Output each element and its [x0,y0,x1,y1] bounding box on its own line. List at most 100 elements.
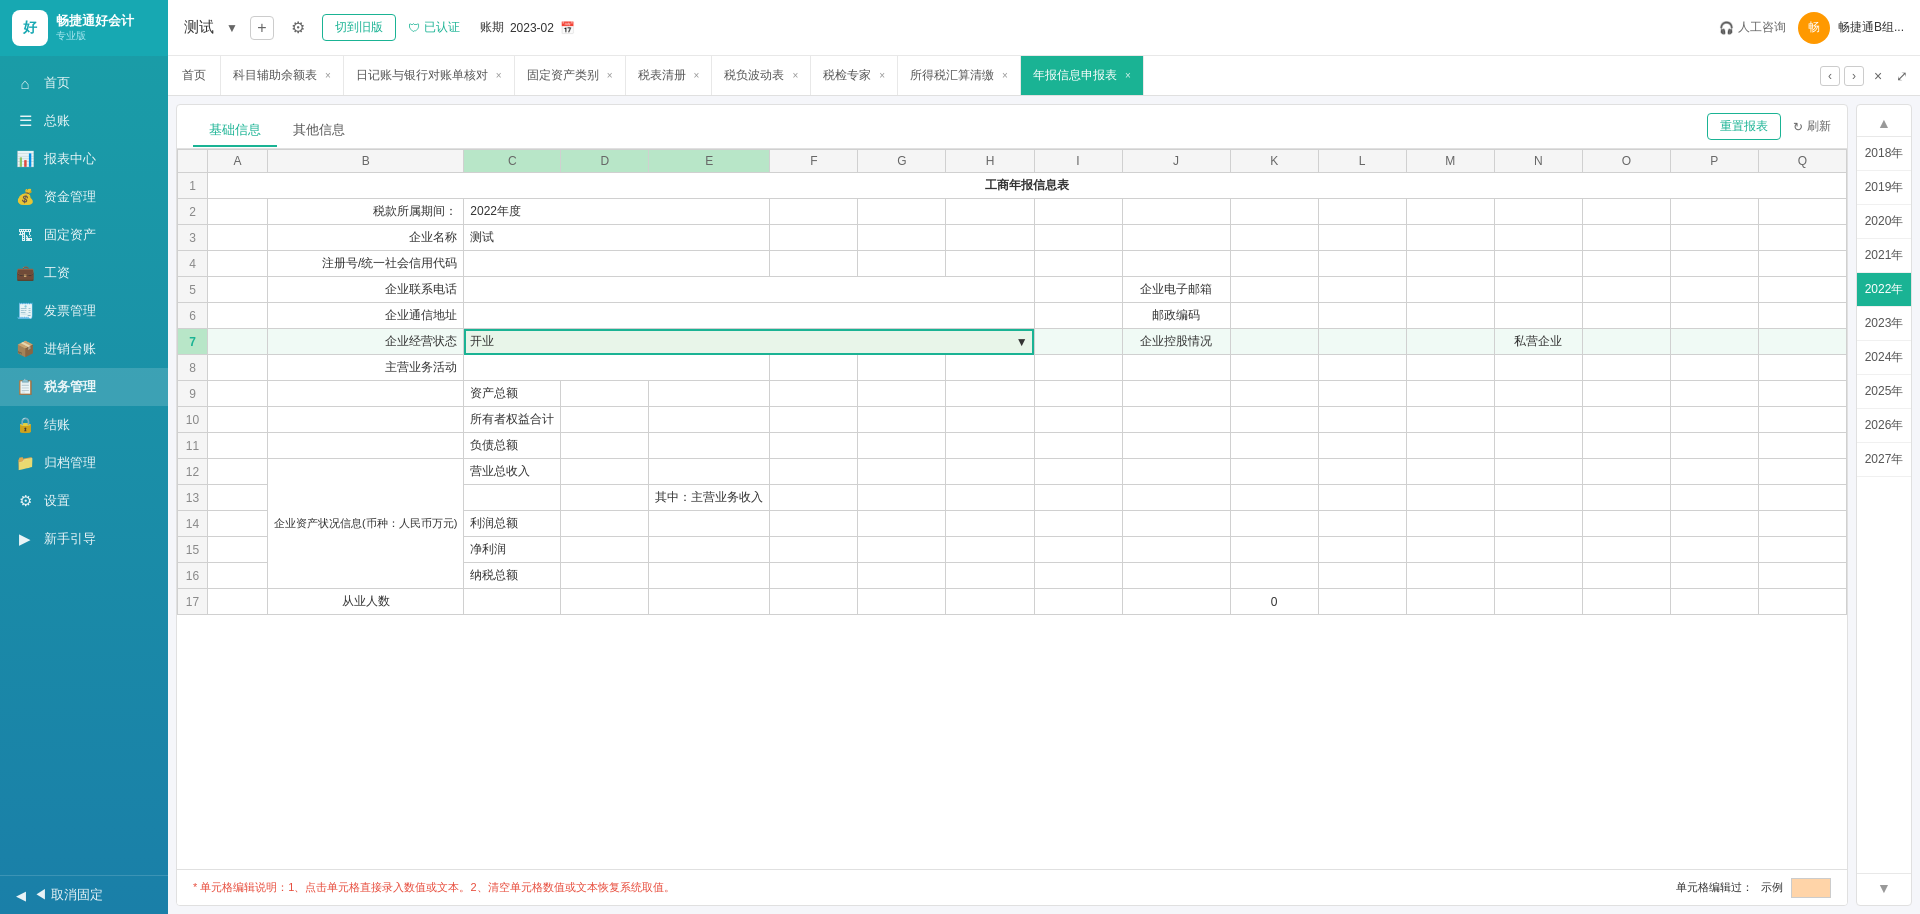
cell-14f[interactable] [770,511,858,537]
cell-6m[interactable] [1406,303,1494,329]
cell-15n[interactable] [1494,537,1582,563]
cell-9p[interactable] [1670,381,1758,407]
cell-10f[interactable] [770,407,858,433]
cell-5j[interactable]: 企业电子邮箱 [1122,277,1230,303]
tab-taxcheck-close[interactable]: × [879,70,885,81]
cell-11g[interactable] [858,433,946,459]
cell-12q[interactable] [1758,459,1846,485]
cell-8f[interactable] [770,355,858,381]
cell-11h[interactable] [946,433,1034,459]
cell-5o[interactable] [1582,277,1670,303]
cell-2b[interactable]: 税款所属期间： [268,199,464,225]
cell-5i[interactable] [1034,277,1122,303]
cell-4n[interactable] [1494,251,1582,277]
cell-9q[interactable] [1758,381,1846,407]
cell-6k[interactable] [1230,303,1318,329]
cell-13a[interactable] [208,485,268,511]
col-header-p[interactable]: P [1670,150,1758,173]
cell-14l[interactable] [1318,511,1406,537]
cell-16m[interactable] [1406,563,1494,589]
cell-17j[interactable] [1122,589,1230,615]
col-header-q[interactable]: Q [1758,150,1846,173]
cell-7p[interactable] [1670,329,1758,355]
col-header-i[interactable]: I [1034,150,1122,173]
cell-10l[interactable] [1318,407,1406,433]
cell-7l[interactable] [1318,329,1406,355]
year-item-2022[interactable]: 2022年 [1857,273,1911,307]
cell-11j[interactable] [1122,433,1230,459]
cell-14c[interactable]: 利润总额 [464,511,561,537]
year-item-2025[interactable]: 2025年 [1857,375,1911,409]
cell-3h[interactable] [946,225,1034,251]
cell-3b[interactable]: 企业名称 [268,225,464,251]
col-header-j[interactable]: J [1122,150,1230,173]
cell-11l[interactable] [1318,433,1406,459]
col-header-c[interactable]: C [464,150,561,173]
cell-7a[interactable] [208,329,268,355]
cell-2c[interactable]: 2022年度 [464,199,770,225]
tab-journal[interactable]: 日记账与银行对账单核对 × [344,56,515,95]
cell-17k[interactable]: 0 [1230,589,1318,615]
cell-14e[interactable] [649,511,770,537]
cell-11d[interactable] [561,433,649,459]
reset-button[interactable]: 重置报表 [1707,113,1781,140]
cell-16h[interactable] [946,563,1034,589]
col-header-l[interactable]: L [1318,150,1406,173]
cell-12a[interactable] [208,459,268,485]
cell-14g[interactable] [858,511,946,537]
col-header-h[interactable]: H [946,150,1034,173]
cell-2h[interactable] [946,199,1034,225]
cell-8m[interactable] [1406,355,1494,381]
cell-11q[interactable] [1758,433,1846,459]
sidebar-item-fund[interactable]: 💰 资金管理 [0,178,168,216]
cell-11c[interactable]: 负债总额 [464,433,561,459]
cell-13l[interactable] [1318,485,1406,511]
cell-3l[interactable] [1318,225,1406,251]
cell-8p[interactable] [1670,355,1758,381]
cell-16c[interactable]: 纳税总额 [464,563,561,589]
cell-12b-merged[interactable]: 企业资产状况信息(币种：人民币万元) [268,459,464,589]
calendar-icon[interactable]: 📅 [560,21,575,35]
cell-9k[interactable] [1230,381,1318,407]
cell-13f[interactable] [770,485,858,511]
cell-11i[interactable] [1034,433,1122,459]
sidebar-item-archive[interactable]: 📁 归档管理 [0,444,168,482]
tab-taxcheck[interactable]: 税检专家 × [811,56,898,95]
cell-8c[interactable] [464,355,770,381]
cell-13j[interactable] [1122,485,1230,511]
tab-aux-close[interactable]: × [325,70,331,81]
cell-6l[interactable] [1318,303,1406,329]
cell-13n[interactable] [1494,485,1582,511]
cell-6b[interactable]: 企业通信地址 [268,303,464,329]
cell-17e[interactable] [649,589,770,615]
tab-fixedasset[interactable]: 固定资产类别 × [515,56,626,95]
cell-2m[interactable] [1406,199,1494,225]
cell-17c[interactable] [464,589,561,615]
year-scroll-down-button[interactable]: ▼ [1857,873,1911,901]
cell-2f[interactable] [770,199,858,225]
col-header-m[interactable]: M [1406,150,1494,173]
cell-10e[interactable] [649,407,770,433]
cell-17d[interactable] [561,589,649,615]
tab-taxwave-close[interactable]: × [792,70,798,81]
cell-17o[interactable] [1582,589,1670,615]
cell-3i[interactable] [1034,225,1122,251]
cell-2o[interactable] [1582,199,1670,225]
cell-3q[interactable] [1758,225,1846,251]
cell-12f[interactable] [770,459,858,485]
cell-2i[interactable] [1034,199,1122,225]
cell-4l[interactable] [1318,251,1406,277]
cell-4m[interactable] [1406,251,1494,277]
col-header-g[interactable]: G [858,150,946,173]
cell-5c[interactable] [464,277,1034,303]
cell-17q[interactable] [1758,589,1846,615]
cell-3k[interactable] [1230,225,1318,251]
cell-2l[interactable] [1318,199,1406,225]
cell-9f[interactable] [770,381,858,407]
cell-12p[interactable] [1670,459,1758,485]
cell-6i[interactable] [1034,303,1122,329]
tab-annual-close[interactable]: × [1125,70,1131,81]
cell-4i[interactable] [1034,251,1122,277]
cell-4c[interactable] [464,251,770,277]
cell-12o[interactable] [1582,459,1670,485]
